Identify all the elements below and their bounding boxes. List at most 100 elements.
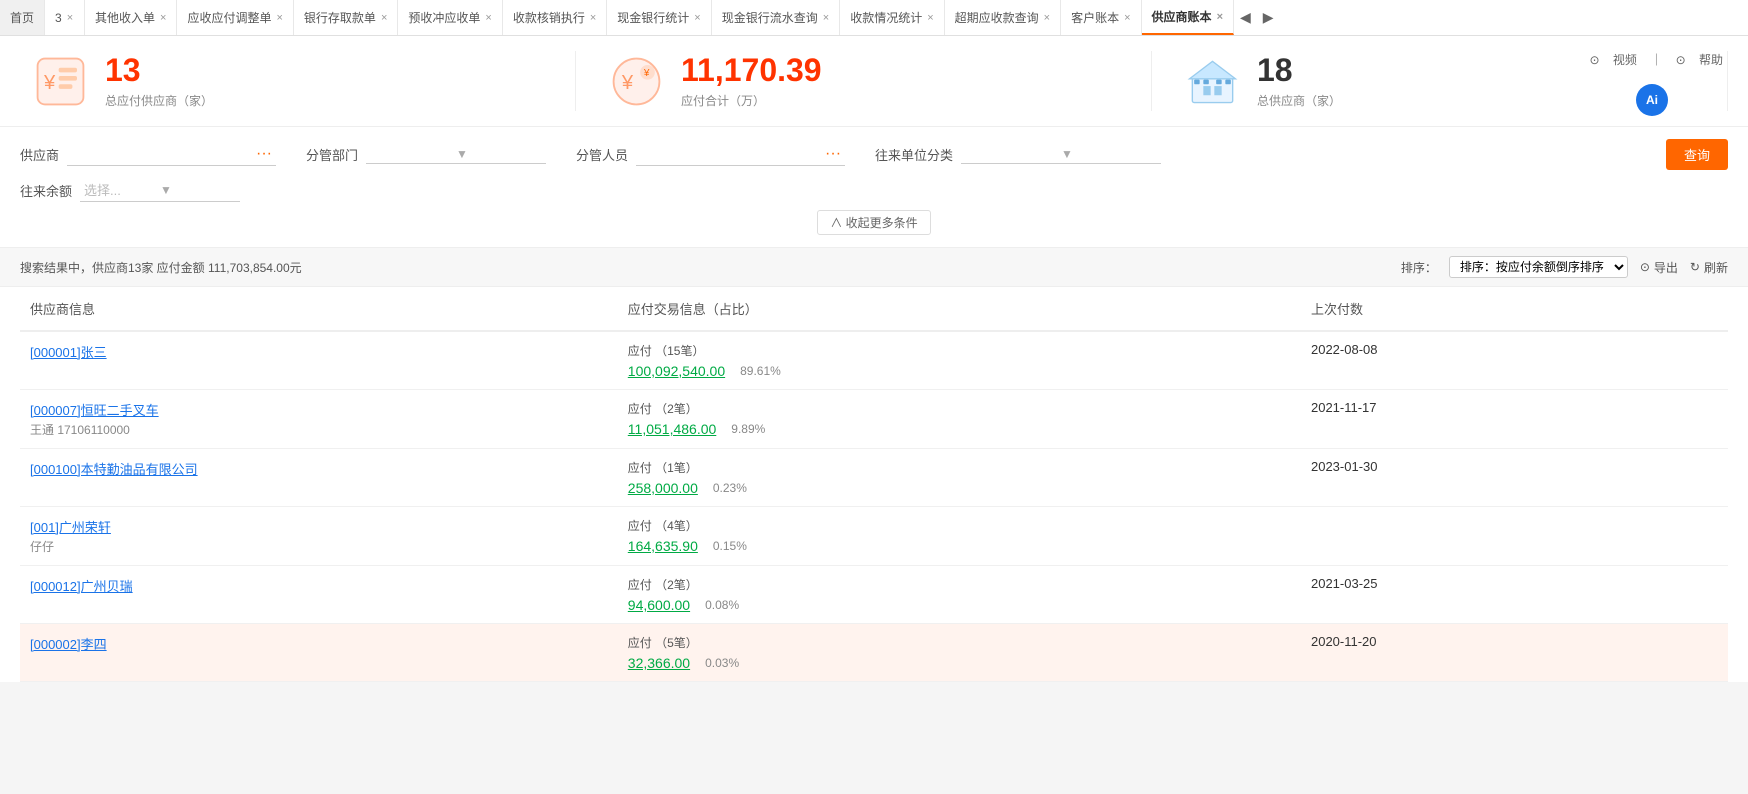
last-payment-cell: 2023-01-30 [1301, 449, 1728, 507]
nav-other-income[interactable]: 其他收入单 × [85, 0, 177, 35]
card1-info: 13 总应付供应商（家） [105, 53, 213, 109]
nav-home[interactable]: 首页 [0, 0, 45, 35]
collapse-button[interactable]: ∧ 收起更多条件 [817, 210, 930, 235]
tx-bottom: 100,092,540.0089.61% [628, 363, 1291, 379]
amount-link[interactable]: 94,600.00 [628, 597, 690, 613]
supplier-link[interactable]: [000012]广州贝瑞 [30, 579, 133, 594]
export-button[interactable]: ⊙ 导出 [1640, 259, 1678, 276]
nav-customer-book[interactable]: 客户账本 × [1061, 0, 1141, 35]
th-last-payment: 上次付数 [1301, 287, 1728, 331]
nav-ar-ap-adjust-label: 应收应付调整单 [187, 9, 271, 26]
tx-label: 应付 （2笔） [628, 578, 698, 592]
nav-next-arrow[interactable]: ▶ [1257, 9, 1280, 26]
tx-label: 应付 （1笔） [628, 461, 698, 475]
nav-collect-stat-label: 收款情况统计 [850, 9, 922, 26]
tx-top: 应付 （2笔） [628, 400, 1291, 417]
close-icon[interactable]: × [1124, 12, 1130, 24]
close-icon[interactable]: × [381, 12, 387, 24]
category-select[interactable]: ▼ [961, 145, 1161, 164]
supplier-input-wrap: ··· [67, 143, 276, 166]
query-button[interactable]: 查询 [1666, 139, 1728, 170]
summary-card-payable-total: ¥ ¥ 11,170.39 应付合计（万） [576, 51, 1152, 111]
refresh-label: 刷新 [1704, 259, 1728, 276]
nav-bank-deposit[interactable]: 银行存取款单 × [294, 0, 398, 35]
ai-badge[interactable]: Ai [1636, 84, 1668, 116]
filter-dept: 分管部门 ▼ [306, 145, 546, 164]
svg-text:¥: ¥ [43, 71, 56, 93]
person-input-wrap: ··· [636, 143, 845, 166]
top-right-links: ⊙ 视频 ｜ ⊙ 帮助 [1584, 51, 1728, 68]
tx-top: 应付 （5笔） [628, 634, 1291, 651]
transaction-cell: 应付 （2笔） 11,051,486.009.89% [618, 390, 1301, 449]
supplier-sub-info: 王通 17106110000 [30, 421, 608, 438]
supplier-link[interactable]: [000100]本特勤油品有限公司 [30, 462, 198, 477]
summary-card-payable-suppliers: ¥ 13 总应付供应商（家） [20, 51, 576, 111]
nav-prev-arrow[interactable]: ◀ [1234, 9, 1257, 26]
close-icon[interactable]: × [590, 12, 596, 24]
supplier-link[interactable]: [001]广州荣轩 [30, 520, 111, 535]
video-link[interactable]: 视频 [1613, 53, 1637, 67]
last-payment-cell [1301, 507, 1728, 566]
supplier-input[interactable] [71, 147, 251, 162]
card1-label: 总应付供应商（家） [105, 92, 213, 109]
filter-person: 分管人员 ··· [576, 143, 845, 166]
help-link[interactable]: 帮助 [1699, 53, 1723, 67]
close-icon[interactable]: × [927, 12, 933, 24]
nav-cash-bank-stat[interactable]: 现金银行统计 × [607, 0, 711, 35]
tx-bottom: 11,051,486.009.89% [628, 421, 1291, 437]
close-icon[interactable]: × [160, 12, 166, 24]
card2-number: 11,170.39 [681, 53, 822, 88]
supplier-table: 供应商信息 应付交易信息（占比） 上次付数 [000001]张三应付 （15笔）… [20, 287, 1728, 682]
refresh-button[interactable]: ↻ 刷新 [1690, 259, 1728, 276]
card3-info: 18 总供应商（家） [1257, 53, 1341, 109]
supplier-dots-icon[interactable]: ··· [256, 145, 272, 163]
supplier-link[interactable]: [000002]李四 [30, 637, 107, 652]
close-icon[interactable]: × [694, 12, 700, 24]
close-icon[interactable]: × [823, 12, 829, 24]
table-row: [000007]恒旺二手叉车王通 17106110000 应付 （2笔） 11,05… [20, 390, 1728, 449]
export-label: 导出 [1654, 259, 1678, 276]
top-navigation: 首页 3 × 其他收入单 × 应收应付调整单 × 银行存取款单 × 预收冲应收单… [0, 0, 1748, 36]
table-row: [000012]广州贝瑞应付 （2笔）94,600.000.08%2021-03… [20, 566, 1728, 624]
tx-percent: 0.03% [705, 656, 739, 670]
amount-link[interactable]: 164,635.90 [628, 538, 698, 554]
person-dots-icon[interactable]: ··· [825, 145, 841, 163]
nav-collect-stat[interactable]: 收款情况统计 × [840, 0, 944, 35]
sort-select[interactable]: 排序：按应付余额倒序排序 [1449, 256, 1628, 278]
result-actions: 排序： 排序：按应付余额倒序排序 ⊙ 导出 ↻ 刷新 [1401, 256, 1728, 278]
nav-cash-flow-query[interactable]: 现金银行流水查询 × [712, 0, 840, 35]
nav-tab-3[interactable]: 3 × [45, 0, 85, 35]
table-header: 供应商信息 应付交易信息（占比） 上次付数 [20, 287, 1728, 331]
svg-text:¥: ¥ [642, 68, 649, 79]
close-icon[interactable]: × [1044, 12, 1050, 24]
transaction-cell: 应付 （4笔）164,635.900.15% [618, 507, 1301, 566]
amount-link[interactable]: 258,000.00 [628, 480, 698, 496]
dept-select[interactable]: ▼ [366, 145, 546, 164]
table-scroll-area[interactable]: 供应商信息 应付交易信息（占比） 上次付数 [000001]张三应付 （15笔）… [20, 287, 1728, 682]
nav-ar-ap-adjust[interactable]: 应收应付调整单 × [177, 0, 293, 35]
transaction-cell: 应付 （1笔）258,000.000.23% [618, 449, 1301, 507]
filter-balance-label: 往来余额 [20, 181, 72, 200]
last-payment-cell: 2021-03-25 [1301, 566, 1728, 624]
person-input[interactable] [640, 147, 820, 162]
nav-overdue-ar[interactable]: 超期应收款查询 × [945, 0, 1061, 35]
close-icon[interactable]: × [1217, 11, 1223, 23]
supplier-link[interactable]: [000007]恒旺二手叉车 [30, 403, 159, 418]
nav-prepay-collect[interactable]: 预收冲应收单 × [398, 0, 502, 35]
result-bar: 搜索结果中，供应商13家 应付金额 111,703,854.00元 排序： 排序… [0, 248, 1748, 287]
amount-link[interactable]: 32,366.00 [628, 655, 690, 671]
tx-percent: 0.15% [713, 539, 747, 553]
close-icon[interactable]: × [276, 12, 282, 24]
nav-supplier-book[interactable]: 供应商账本 × [1142, 0, 1234, 35]
close-icon[interactable]: × [67, 12, 73, 24]
amount-link[interactable]: 100,092,540.00 [628, 363, 725, 379]
nav-collect-verify[interactable]: 收款核销执行 × [503, 0, 607, 35]
close-icon[interactable]: × [485, 12, 491, 24]
supplier-link[interactable]: [000001]张三 [30, 345, 107, 360]
balance-select[interactable]: 选择... ▼ [80, 178, 240, 202]
amount-link[interactable]: 11,051,486.00 [628, 421, 717, 437]
tx-label: 应付 （5笔） [628, 636, 698, 650]
summary-bar: ¥ 13 总应付供应商（家） ¥ ¥ 11,170.39 应付合计（万） [0, 36, 1748, 127]
card2-info: 11,170.39 应付合计（万） [681, 53, 822, 109]
card1-number: 13 [105, 53, 213, 88]
